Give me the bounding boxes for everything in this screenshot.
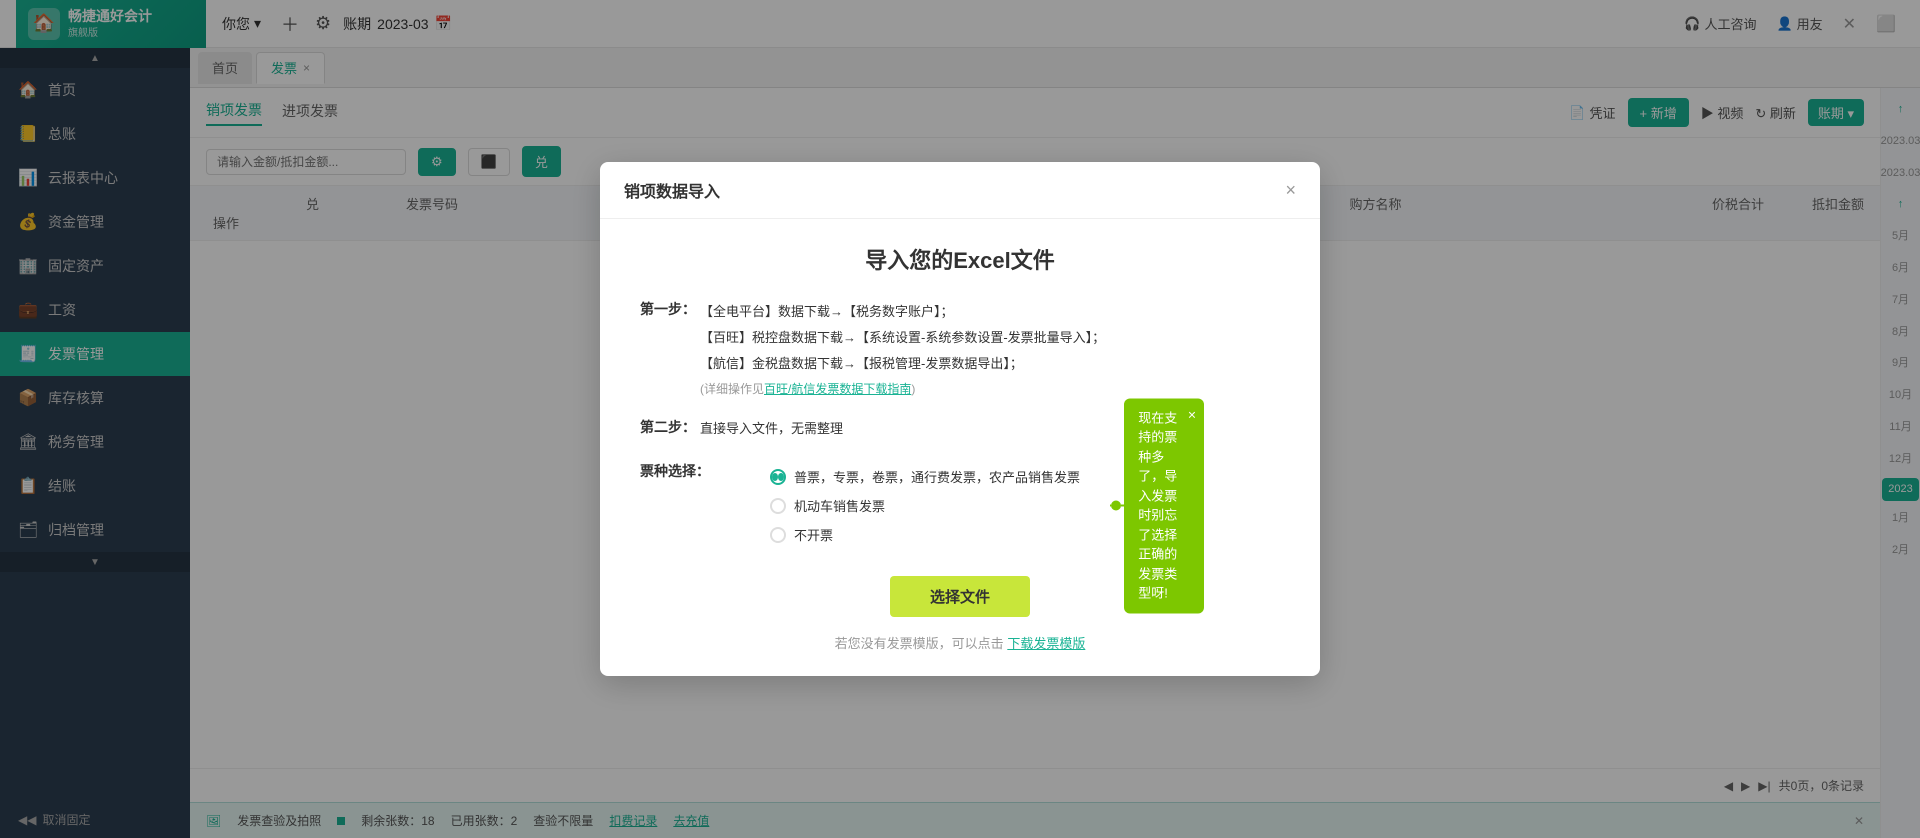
radio-none[interactable]: 不开票 [770,525,1080,544]
step1-label: 第一步： [640,299,700,319]
step1-link[interactable]: 百旺/航信发票数据下载指南 [764,382,911,396]
tooltip-container: 现在支持的票种多了，导入发票时别忘了选择正确的发票类型呀! × [1110,398,1204,613]
radio-normal-circle [770,469,786,485]
step1-line1: 【全电平台】数据下载→【税务数字账户】； [700,299,1105,325]
import-modal: 销项数据导入 × 导入您的Excel文件 第一步： 【全电平台】数据下载→【税务… [600,162,1320,676]
step1-line2: 【百旺】税控盘数据下载→【系统设置-系统参数设置-发票批量导入】； [700,325,1105,351]
step1-line3: 【航信】金税盘数据下载→【报税管理-发票数据导出】； [700,351,1105,377]
step1-note: (详细操作见百旺/航信发票数据下载指南) [700,377,1105,401]
modal-main-title: 导入您的Excel文件 [640,243,1280,275]
tooltip-text: 现在支持的票种多了，导入发票时别忘了选择正确的发票类型呀! [1138,410,1177,601]
select-file-btn[interactable]: 选择文件 [890,576,1030,617]
step2-content: 直接导入文件，无需整理 [700,418,843,437]
modal-close-btn[interactable]: × [1285,180,1296,201]
modal-title: 销项数据导入 [624,178,720,202]
tooltip-close-btn[interactable]: × [1188,404,1196,425]
modal-overlay[interactable]: 销项数据导入 × 导入您的Excel文件 第一步： 【全电平台】数据下载→【税务… [0,0,1920,838]
step1-row: 第一步： 【全电平台】数据下载→【税务数字账户】； 【百旺】税控盘数据下载→【系… [640,299,1280,401]
radio-none-circle [770,527,786,543]
radio-motor-label: 机动车销售发票 [794,496,885,515]
radio-motor-circle [770,498,786,514]
ticket-label: 票种选择： [640,457,710,481]
modal-body: 导入您的Excel文件 第一步： 【全电平台】数据下载→【税务数字账户】； 【百… [600,219,1320,576]
radio-normal[interactable]: 普票，专票，卷票，通行费发票，农产品销售发票 [770,467,1080,486]
step2-label: 第二步： [640,417,700,437]
modal-header: 销项数据导入 × [600,162,1320,219]
radio-motor[interactable]: 机动车销售发票 现在支持的票种多了，导入发票时别忘了选择正确的发票类型呀! × [770,496,1080,515]
download-tip: 若您没有发票模版，可以点击 下载发票模版 [640,633,1280,652]
ticket-choice: 票种选择： 普票，专票，卷票，通行费发票，农产品销售发票 机动车销售发票 [640,457,1280,544]
radio-normal-label: 普票，专票，卷票，通行费发票，农产品销售发票 [794,467,1080,486]
modal-footer: 选择文件 若您没有发票模版，可以点击 下载发票模版 [600,576,1320,676]
tooltip-box: 现在支持的票种多了，导入发票时别忘了选择正确的发票类型呀! × [1124,398,1204,613]
download-template-link[interactable]: 下载发票模版 [1007,636,1085,651]
radio-group: 普票，专票，卷票，通行费发票，农产品销售发票 机动车销售发票 [710,467,1080,544]
radio-none-label: 不开票 [794,525,833,544]
